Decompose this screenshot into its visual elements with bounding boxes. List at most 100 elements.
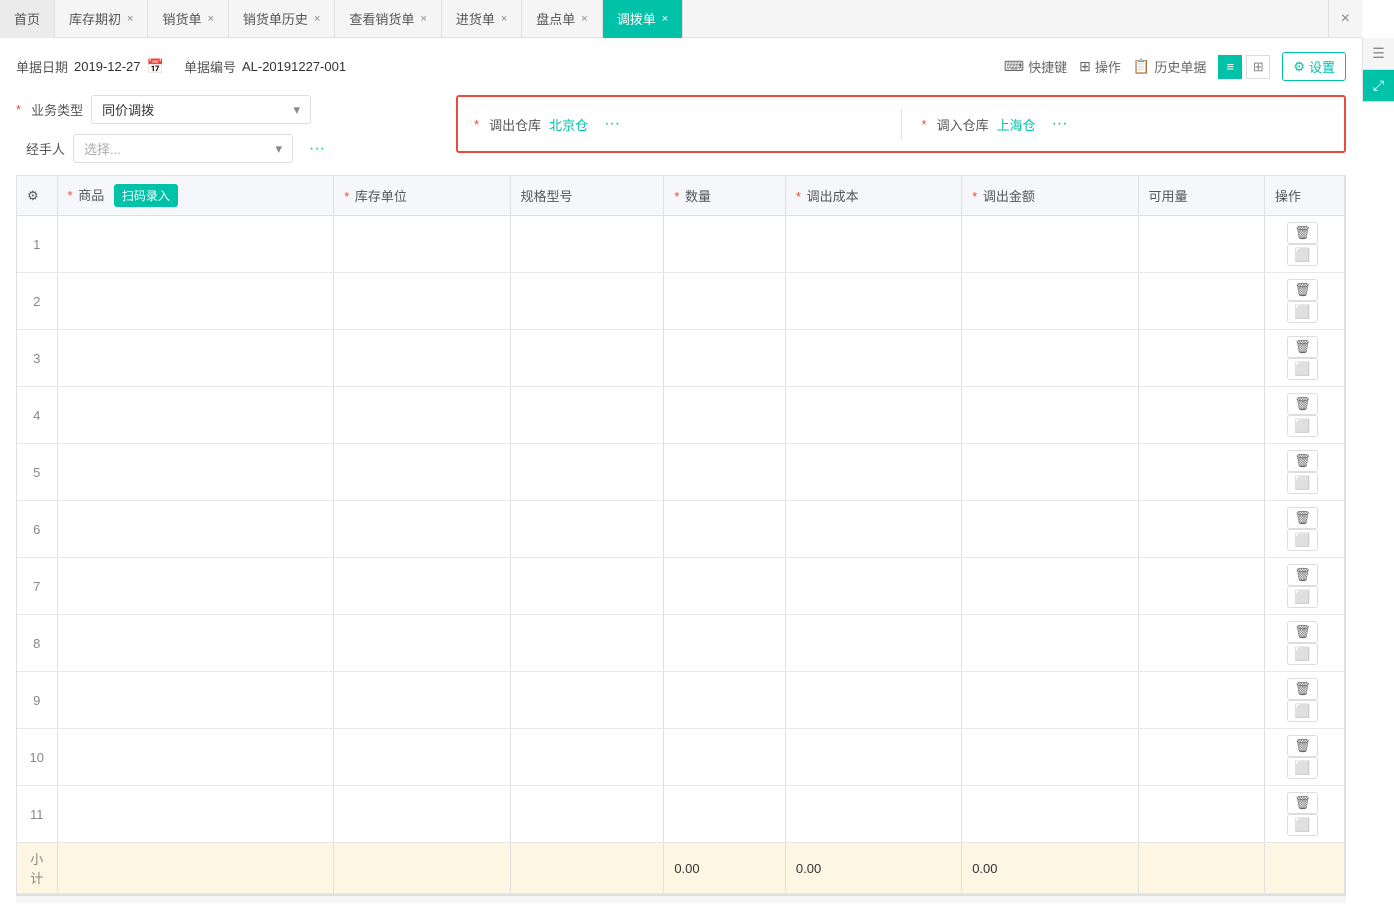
sidebar-expand-icon[interactable]: ⤢ [1363,70,1394,102]
scan-barcode-button[interactable]: 扫码录入 [114,184,178,207]
spec-column-header: 规格型号 [510,176,664,216]
delete-row-button[interactable]: 🗑 [1287,507,1318,529]
transfer-amount-cell [962,444,1138,501]
transfer-cost-cell [785,330,961,387]
product-cell[interactable] [57,672,334,729]
sidebar-list-icon[interactable]: ☰ [1363,38,1394,70]
unit-cell [334,786,510,843]
product-cell[interactable] [57,330,334,387]
settings-column-header[interactable]: ⚙ [17,176,57,216]
document-header: 单据日期 2019-12-27 📅 单据编号 AL-20191227-001 ⌨… [16,52,1346,81]
out-warehouse-more-button[interactable]: ··· [604,115,620,133]
close-icon[interactable]: × [420,13,426,25]
operations-column-header: 操作 [1265,176,1345,216]
delete-row-button[interactable]: 🗑 [1287,678,1318,700]
unit-cell [334,672,510,729]
tab-transfer[interactable]: 调拨单 × [603,0,683,38]
document-number-value: AL-20191227-001 [242,59,346,74]
delete-row-button[interactable]: 🗑 [1287,792,1318,814]
product-cell[interactable] [57,558,334,615]
close-icon[interactable]: × [581,13,587,25]
transfer-amount-cell [962,672,1138,729]
copy-row-button[interactable]: ⬜ [1287,643,1317,665]
horizontal-scrollbar[interactable] [16,895,1346,903]
product-cell[interactable] [57,216,334,273]
delete-row-button[interactable]: 🗑 [1287,450,1318,472]
ops-cell: 🗑 ⬜ [1265,729,1345,786]
available-cell [1138,501,1264,558]
delete-row-button[interactable]: 🗑 [1287,564,1318,586]
unit-cell [334,330,510,387]
handler-dropdown[interactable]: 选择... ▾ [73,134,293,163]
delete-row-button[interactable]: 🗑 [1287,222,1318,244]
business-type-dropdown[interactable]: 同价调拨 ▾ [91,95,311,124]
settings-button[interactable]: ⚙ 设置 [1282,52,1346,81]
form-left: * 业务类型 同价调拨 ▾ 经手人 选择... ▾ ··· [16,95,436,163]
unit-cell [334,558,510,615]
copy-row-button[interactable]: ⬜ [1287,244,1317,266]
tab-sales-order[interactable]: 销货单 × [148,0,228,38]
tab-stocktake[interactable]: 盘点单 × [522,0,602,38]
copy-row-button[interactable]: ⬜ [1287,415,1317,437]
transfer-cost-cell [785,216,961,273]
product-cell[interactable] [57,615,334,672]
transfer-amount-cell [962,729,1138,786]
product-cell[interactable] [57,786,334,843]
quantity-cell [664,501,786,558]
copy-row-button[interactable]: ⬜ [1287,358,1317,380]
delete-row-button[interactable]: 🗑 [1287,621,1318,643]
copy-row-button[interactable]: ⬜ [1287,814,1317,836]
close-icon[interactable]: × [314,13,320,25]
history-icon: 📋 [1133,58,1150,75]
unit-column-header: * 库存单位 [334,176,510,216]
unit-cell [334,729,510,786]
calendar-icon[interactable]: 📅 [147,58,164,75]
keyboard-icon: ⌨ [1004,58,1024,75]
spec-cell [510,615,664,672]
close-icon[interactable]: × [207,13,213,25]
transfer-cost-cell [785,786,961,843]
list-view-button[interactable]: ≡ [1218,55,1242,79]
tab-home[interactable]: 首页 [0,0,55,38]
copy-row-button[interactable]: ⬜ [1287,472,1317,494]
delete-row-button[interactable]: 🗑 [1287,336,1318,358]
tab-sales-history[interactable]: 销货单历史 × [229,0,335,38]
product-cell[interactable] [57,444,334,501]
in-warehouse-more-button[interactable]: ··· [1052,115,1068,133]
tab-view-sales[interactable]: 查看销货单 × [335,0,441,38]
product-cell[interactable] [57,729,334,786]
delete-row-button[interactable]: 🗑 [1287,279,1318,301]
transfer-cost-cell [785,444,961,501]
close-icon[interactable]: × [662,13,668,25]
quantity-cell [664,786,786,843]
product-cell[interactable] [57,501,334,558]
close-icon[interactable]: × [501,13,507,25]
more-options-button[interactable]: ··· [309,140,325,158]
copy-row-button[interactable]: ⬜ [1287,700,1317,722]
close-all-tabs-button[interactable]: × [1328,0,1362,38]
product-cell[interactable] [57,387,334,444]
settings-icon: ⚙ [1293,59,1305,75]
tab-inventory-init[interactable]: 库存期初 × [55,0,148,38]
grid-view-button[interactable]: ⊞ [1246,55,1270,79]
shortcut-button[interactable]: ⌨ 快捷键 [1004,57,1067,76]
history-button[interactable]: 📋 历史单据 [1133,57,1206,76]
close-icon[interactable]: × [127,13,133,25]
date-field: 单据日期 2019-12-27 📅 [16,57,164,76]
unit-cell [334,501,510,558]
operations-button[interactable]: ⊞ 操作 [1079,57,1121,76]
spec-cell [510,387,664,444]
quantity-cell [664,387,786,444]
unit-cell [334,216,510,273]
copy-row-button[interactable]: ⬜ [1287,301,1317,323]
row-number: 9 [17,672,57,729]
copy-row-button[interactable]: ⬜ [1287,586,1317,608]
product-cell[interactable] [57,273,334,330]
copy-row-button[interactable]: ⬜ [1287,757,1317,779]
copy-row-button[interactable]: ⬜ [1287,529,1317,551]
spec-cell [510,444,664,501]
delete-row-button[interactable]: 🗑 [1287,735,1318,757]
tab-purchase-order[interactable]: 进货单 × [442,0,522,38]
delete-row-button[interactable]: 🗑 [1287,393,1318,415]
ops-cell: 🗑 ⬜ [1265,387,1345,444]
